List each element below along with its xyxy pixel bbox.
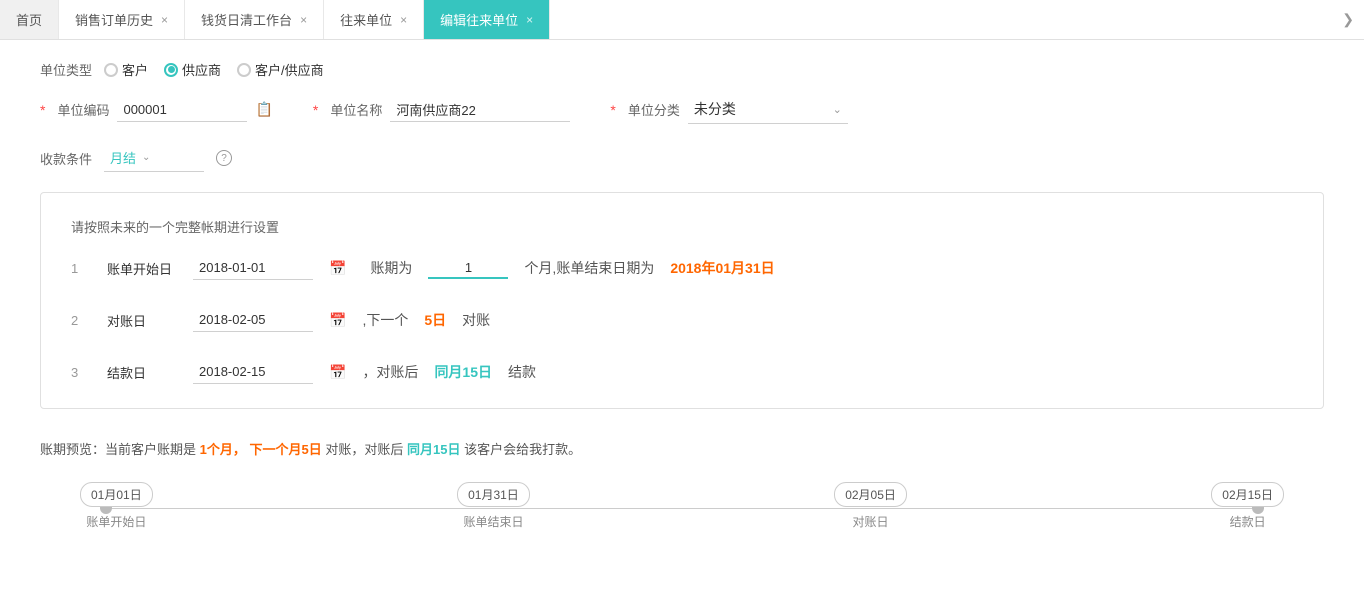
settings-row-1: 1 账单开始日 📅 账期为 个月,账单结束日期为 2018年01月31日 xyxy=(71,256,1293,280)
calendar-icon-code[interactable]: 📋 xyxy=(255,101,272,118)
radio-supplier[interactable]: 供应商 xyxy=(164,60,221,79)
radio-circle-customer xyxy=(104,63,118,77)
reconcile-prefix: ,下一个 xyxy=(362,310,408,330)
period-prefix: 账期为 xyxy=(370,258,412,278)
sublabel-2: 账单结束日 xyxy=(463,513,523,530)
date-input-1[interactable] xyxy=(193,256,313,280)
tab-edit-partner[interactable]: 编辑往来单位 × xyxy=(424,0,550,39)
tab-sales-history[interactable]: 销售订单历史 × xyxy=(59,0,185,39)
bubble-3: 02月05日 xyxy=(834,482,907,507)
sublabel-1: 账单开始日 xyxy=(86,513,146,530)
preview-middle: 对账，对账后 xyxy=(325,442,403,457)
unit-category-value: 未分类 xyxy=(694,99,736,119)
radio-group: 客户 供应商 客户/供应商 xyxy=(104,60,324,79)
unit-category-label: 单位分类 xyxy=(628,100,680,119)
reconcile-day: 5日 xyxy=(424,310,446,330)
row-num-2: 2 xyxy=(71,313,91,328)
unit-code-group: * 单位编码 📋 xyxy=(40,98,273,122)
preview-section: 账期预览：当前客户账期是 1个月， 下一个月5日 对账，对账后 同月15日 该客… xyxy=(40,429,1324,590)
timeline-point-4: 02月15日 结款日 xyxy=(1211,482,1284,530)
help-icon[interactable]: ? xyxy=(216,150,232,166)
date-input-2[interactable] xyxy=(193,308,313,332)
tab-close-partner[interactable]: × xyxy=(400,13,407,27)
period-suffix: 个月,账单结束日期为 xyxy=(524,258,654,278)
bubble-1: 01月01日 xyxy=(80,482,153,507)
timeline-point-3: 02月05日 对账日 xyxy=(834,482,907,530)
row-num-1: 1 xyxy=(71,261,91,276)
unit-fields-row: * 单位编码 📋 * 单位名称 * 单位分类 未分类 ⌄ xyxy=(40,95,1324,124)
preview-part1: 1个月， xyxy=(200,442,246,457)
tab-partner[interactable]: 往来单位 × xyxy=(324,0,424,39)
unit-type-row: 单位类型 客户 供应商 客户/供应商 xyxy=(40,60,1324,79)
payment-arrow-icon: ⌄ xyxy=(142,152,150,163)
row-label-3: 结款日 xyxy=(107,363,177,382)
end-date-highlight: 2018年01月31日 xyxy=(670,258,774,278)
calendar-icon-3[interactable]: 📅 xyxy=(329,364,346,381)
calendar-icon-2[interactable]: 📅 xyxy=(329,312,346,329)
timeline-points: 01月01日 账单开始日 01月31日 账单结束日 02月05日 对账日 xyxy=(80,482,1284,530)
date-input-3[interactable] xyxy=(193,360,313,384)
main-content: 单位类型 客户 供应商 客户/供应商 * 单位编码 📋 * 单位名称 xyxy=(0,40,1364,610)
payment-row: 收款条件 月结 ⌄ ? xyxy=(40,144,1324,172)
radio-circle-both xyxy=(237,63,251,77)
tab-close-edit[interactable]: × xyxy=(526,13,533,27)
payment-value: 月结 xyxy=(110,148,136,167)
timeline-point-1: 01月01日 账单开始日 xyxy=(80,482,153,530)
settings-box: 请按照未来的一个完整帐期进行设置 1 账单开始日 📅 账期为 个月,账单结束日期… xyxy=(40,192,1324,409)
unit-name-label: 单位名称 xyxy=(330,100,382,119)
category-arrow-icon: ⌄ xyxy=(833,103,842,116)
timeline-wrapper: 01月01日 账单开始日 01月31日 账单结束日 02月05日 对账日 xyxy=(40,482,1324,570)
preview-part2: 下一个月5日 xyxy=(250,442,322,457)
tab-home[interactable]: 首页 xyxy=(0,0,59,39)
settings-title: 请按照未来的一个完整帐期进行设置 xyxy=(71,217,1293,236)
timeline-point-2: 01月31日 账单结束日 xyxy=(457,482,530,530)
preview-end: 该客户会给我打款。 xyxy=(464,442,581,457)
row-label-2: 对账日 xyxy=(107,311,177,330)
settings-row-3: 3 结款日 📅 ，对账后 同月15日 结款 xyxy=(71,360,1293,384)
tab-chevron[interactable]: ❯ xyxy=(1332,0,1364,39)
unit-code-input[interactable] xyxy=(117,98,247,122)
unit-type-label: 单位类型 xyxy=(40,60,92,79)
payment-prefix: ，对账后 xyxy=(362,362,418,382)
tab-close-cash[interactable]: × xyxy=(300,13,307,27)
row-label-1: 账单开始日 xyxy=(107,259,177,278)
unit-name-input[interactable] xyxy=(390,98,570,122)
preview-part3: 同月15日 xyxy=(407,442,460,457)
radio-both[interactable]: 客户/供应商 xyxy=(237,60,324,79)
payment-dropdown[interactable]: 月结 ⌄ xyxy=(104,144,204,172)
calendar-icon-1[interactable]: 📅 xyxy=(329,260,346,277)
unit-category-dropdown[interactable]: 未分类 ⌄ xyxy=(688,95,848,124)
tab-close-sales[interactable]: × xyxy=(161,13,168,27)
sublabel-3: 对账日 xyxy=(853,513,889,530)
radio-customer[interactable]: 客户 xyxy=(104,60,148,79)
preview-text: 账期预览：当前客户账期是 1个月， 下一个月5日 对账，对账后 同月15日 该客… xyxy=(40,439,1324,458)
tab-bar: 首页 销售订单历史 × 钱货日清工作台 × 往来单位 × 编辑往来单位 × ❯ xyxy=(0,0,1364,40)
unit-category-group: * 单位分类 未分类 ⌄ xyxy=(610,95,847,124)
tab-cash-workbench[interactable]: 钱货日清工作台 × xyxy=(185,0,324,39)
radio-circle-supplier xyxy=(164,63,178,77)
period-input[interactable] xyxy=(428,258,508,279)
bubble-4: 02月15日 xyxy=(1211,482,1284,507)
sublabel-4: 结款日 xyxy=(1230,513,1266,530)
bubble-2: 01月31日 xyxy=(457,482,530,507)
unit-name-group: * 单位名称 xyxy=(313,98,570,122)
payment-day: 同月15日 xyxy=(434,362,492,382)
settings-row-2: 2 对账日 📅 ,下一个 5日 对账 xyxy=(71,308,1293,332)
payment-label: 收款条件 xyxy=(40,149,92,168)
payment-suffix: 结款 xyxy=(508,362,536,382)
row-num-3: 3 xyxy=(71,365,91,380)
reconcile-suffix: 对账 xyxy=(462,310,490,330)
unit-code-label: 单位编码 xyxy=(57,100,109,119)
